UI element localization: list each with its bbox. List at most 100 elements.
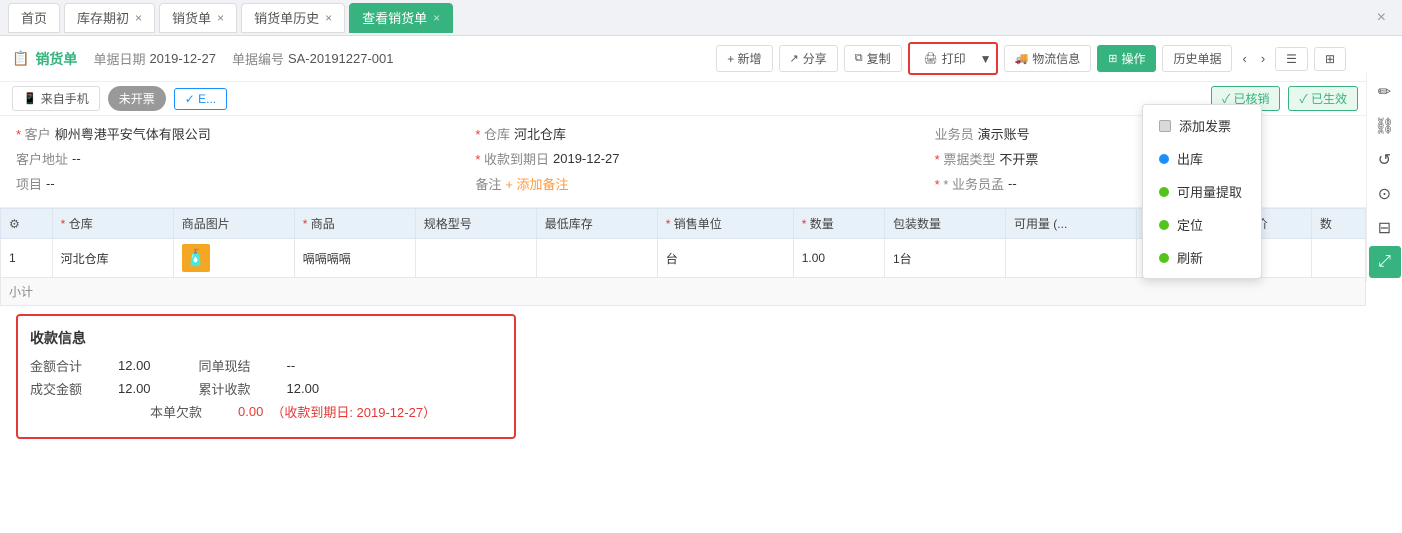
cumulative-value: 12.00 (287, 381, 320, 396)
tag-icon[interactable]: ⊟ (1369, 212, 1401, 244)
row-more (1311, 239, 1365, 278)
available-qty-icon (1159, 187, 1169, 197)
project-label: 项目 (16, 174, 42, 193)
col-quantity: 数量 (793, 209, 884, 239)
same-order-label: 同单现结 (199, 356, 279, 375)
operation-dropdown: 添加发票 出库 可用量提取 定位 刷新 (1142, 104, 1262, 279)
copy-button[interactable]: ⧉ 复制 (844, 45, 902, 72)
remark-field: 备注 + 添加备注 (475, 174, 926, 193)
dropdown-outbound[interactable]: 出库 (1143, 142, 1261, 175)
unopened-button[interactable]: 未开票 (108, 86, 166, 111)
remark-label: 备注 (475, 174, 501, 193)
row-warehouse: 河北仓库 (52, 239, 173, 278)
add-remark-button[interactable]: + 添加备注 (505, 174, 568, 193)
col-available: 可用量 (... (1005, 209, 1136, 239)
doc-title-text: 销货单 (35, 49, 77, 69)
customer-value: 柳州粤港平安气体有限公司 (55, 124, 211, 143)
tab-home[interactable]: 首页 (8, 3, 60, 33)
row-available (1005, 239, 1136, 278)
transaction-value: 12.00 (118, 381, 151, 396)
locate-icon (1159, 220, 1169, 230)
link-icon[interactable]: ⛓ (1369, 110, 1401, 142)
due-date-label: 收款到期日 (475, 149, 549, 168)
col-min-stock: 最低库存 (536, 209, 657, 239)
row-unit: 台 (657, 239, 793, 278)
close-tab-inventory[interactable]: × (135, 11, 142, 25)
tab-inventory-init[interactable]: 库存期初 × (64, 3, 155, 33)
ticket-type-value: 不开票 (999, 149, 1038, 168)
payment-title: 收款信息 (30, 328, 502, 348)
arrears-date: 2019-12-27 (357, 405, 424, 420)
doc-number-label: 单据编号 (232, 49, 284, 68)
warehouse-value: 河北仓库 (514, 124, 566, 143)
same-order-value: -- (287, 358, 296, 373)
history-button[interactable]: 历史单据 (1162, 45, 1232, 72)
document-title-section: 📋 销货单 (12, 49, 77, 69)
staff-value: 演示账号 (978, 124, 1030, 143)
col-spec: 规格型号 (415, 209, 536, 239)
prev-nav[interactable]: ‹ (1238, 49, 1250, 68)
warehouse-field: 仓库 河北仓库 (475, 124, 926, 143)
salesperson-label: * 业务员孟 (935, 174, 1004, 193)
check-button[interactable]: ✓ E... (174, 88, 227, 110)
next-nav[interactable]: › (1257, 49, 1269, 68)
doc-date-field: 单据日期 2019-12-27 (93, 49, 216, 68)
print-button[interactable]: 🖨 打印 (914, 46, 976, 71)
arrears-label: 本单欠款 (150, 402, 230, 421)
address-field: 客户地址 -- (16, 149, 467, 168)
dropdown-locate[interactable]: 定位 (1143, 208, 1261, 241)
row-product-img: 🧴 (173, 239, 294, 278)
dropdown-add-invoice[interactable]: 添加发票 (1143, 109, 1261, 142)
new-button[interactable]: + 新增 (716, 45, 772, 72)
grid-view-button[interactable]: ⊞ (1314, 47, 1346, 71)
project-field: 项目 -- (16, 174, 467, 193)
refresh-icon (1159, 253, 1169, 263)
right-sidebar: ✏ ⛓ ↺ ⊙ ⊟ ⤢ (1366, 72, 1402, 282)
share-button[interactable]: ↗ 分享 (779, 45, 838, 72)
phone-button[interactable]: 📱 来自手机 (12, 86, 100, 111)
print-dropdown-arrow[interactable]: ▼ (980, 52, 992, 66)
close-tab-view[interactable]: × (433, 11, 440, 25)
row-product: 嗝嗝嗝嗝 (294, 239, 415, 278)
tab-bar: 首页 库存期初 × 销货单 × 销货单历史 × 查看销货单 × × (0, 0, 1402, 36)
window-close-button[interactable]: × (1369, 5, 1394, 31)
ticket-type-label: 票据类型 (935, 149, 996, 168)
logistics-button[interactable]: 🚚 物流信息 (1004, 45, 1092, 72)
effect-status-badge: ✓ 已生效 (1288, 86, 1358, 111)
user-icon[interactable]: ⊙ (1369, 178, 1401, 210)
col-product: 商品 (294, 209, 415, 239)
tab-sales-history[interactable]: 销货单历史 × (241, 3, 345, 33)
row-min-stock (536, 239, 657, 278)
doc-icon: 📋 (12, 50, 29, 67)
operation-button[interactable]: ⊞ 操作 (1097, 45, 1156, 72)
tab-sales-order[interactable]: 销货单 × (159, 3, 237, 33)
total-amount-value: 12.00 (118, 358, 151, 373)
total-amount-label: 金额合计 (30, 356, 110, 375)
col-warehouse: 仓库 (52, 209, 173, 239)
refresh-circle-icon[interactable]: ↺ (1369, 144, 1401, 176)
tab-view-sales[interactable]: 查看销货单 × (349, 3, 453, 33)
subtotal-row: 小计 (1, 278, 1366, 306)
expand-icon[interactable]: ⤢ (1369, 246, 1401, 278)
arrears-note: （收款到期日: 2019-12-27） (271, 402, 436, 421)
warehouse-label: 仓库 (475, 124, 510, 143)
due-date-field: 收款到期日 2019-12-27 (475, 149, 926, 168)
col-unit: 销售单位 (657, 209, 793, 239)
customer-field: 客户 柳州粤港平安气体有限公司 (16, 124, 467, 143)
list-view-button[interactable]: ☰ (1275, 47, 1308, 71)
col-more: 数 (1311, 209, 1365, 239)
document-meta: 单据日期 2019-12-27 单据编号 SA-20191227-001 (93, 49, 393, 68)
doc-date-value: 2019-12-27 (149, 51, 216, 66)
address-label: 客户地址 (16, 149, 68, 168)
arrears-value: 0.00 (238, 404, 263, 419)
close-tab-sales[interactable]: × (217, 11, 224, 25)
doc-date-label: 单据日期 (93, 49, 145, 68)
dropdown-available-qty[interactable]: 可用量提取 (1143, 175, 1261, 208)
due-date-value: 2019-12-27 (553, 151, 620, 166)
salesperson-value: -- (1008, 176, 1017, 191)
close-tab-history[interactable]: × (325, 11, 332, 25)
col-settings: ⚙ (1, 209, 53, 239)
payment-row-arrears: 本单欠款 0.00 （收款到期日: 2019-12-27） (30, 402, 502, 421)
edit-icon[interactable]: ✏ (1369, 76, 1401, 108)
dropdown-refresh[interactable]: 刷新 (1143, 241, 1261, 274)
